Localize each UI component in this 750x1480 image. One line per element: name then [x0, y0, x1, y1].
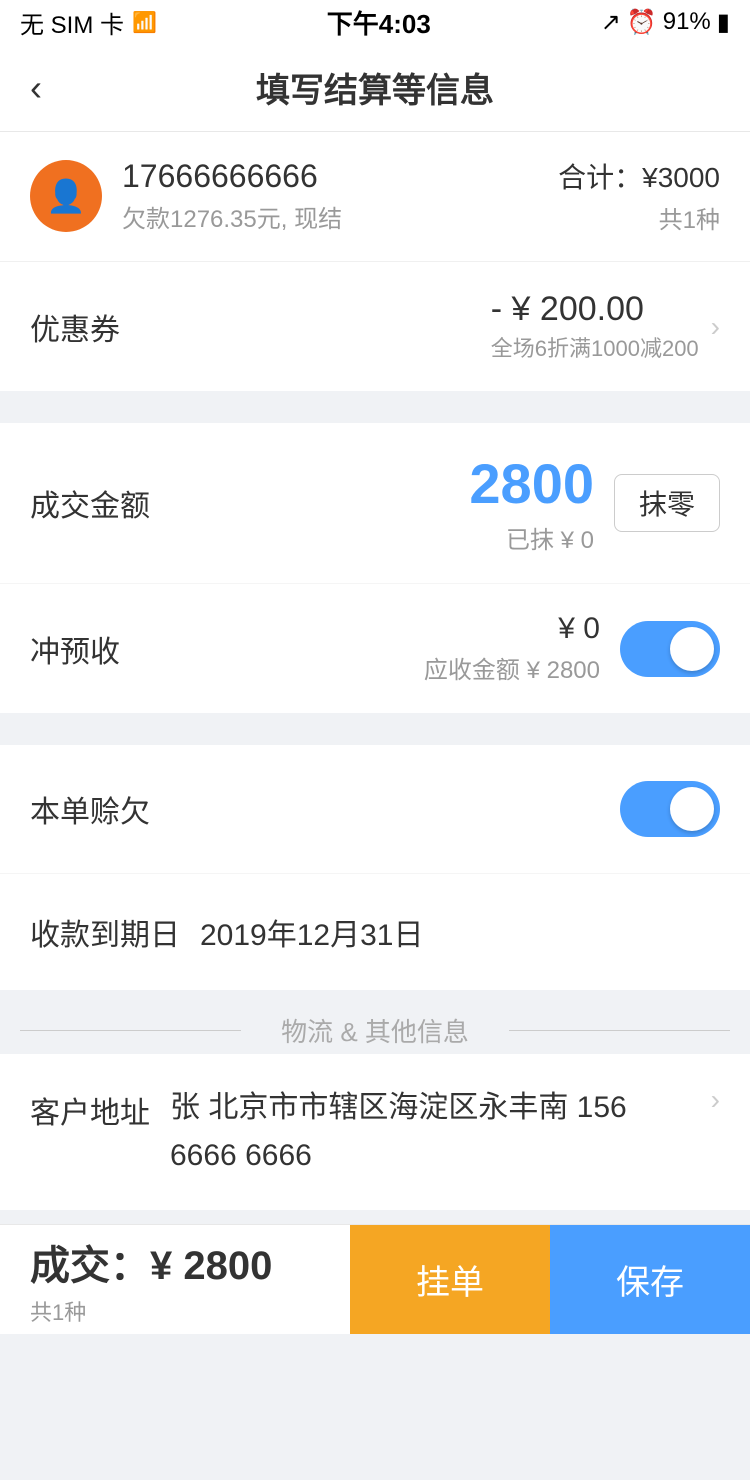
page-title: 填写结算等信息: [256, 63, 494, 112]
logistics-line-right: [509, 1030, 730, 1031]
status-time: 下午4:03: [327, 4, 431, 41]
coupon-right: - ¥ 200.00 全场6折满1000减200: [491, 290, 699, 363]
clock-icon: ⏰: [627, 8, 657, 37]
footer-summary: 成交：¥ 2800 共1种: [0, 1225, 350, 1334]
customer-right: 合计：¥3000 共1种: [558, 156, 720, 235]
round-zero-button[interactable]: 抹零: [614, 474, 720, 532]
battery-label: 91%: [663, 8, 711, 36]
address-section: 客户地址 张 北京市市辖区海淀区永丰南 156 6666 6666 ›: [0, 1054, 750, 1210]
footer-count: 共1种: [30, 1295, 320, 1327]
coupon-amount: - ¥ 200.00: [491, 290, 699, 329]
status-right: ↗ ⏰ 91% ▮: [601, 8, 730, 37]
debt-row: 本单赊欠: [0, 745, 750, 874]
logistics-line-left: [20, 1030, 241, 1031]
footer-space: [0, 1370, 750, 1480]
address-chevron-icon: ›: [711, 1084, 720, 1116]
form-card: 成交金额 2800 已抹 ¥ 0 抹零 冲预收 ¥ 0 应收金额 ¥ 2800: [0, 423, 750, 713]
pre-receive-right-group: ¥ 0 应收金额 ¥ 2800: [424, 612, 720, 685]
battery-icon: ▮: [717, 8, 730, 37]
coupon-chevron-icon: ›: [711, 311, 720, 343]
status-left: 无 SIM 卡 📶: [20, 5, 157, 40]
due-date-row: 收款到期日 2019年12月31日: [0, 874, 750, 990]
due-date-label: 收款到期日: [30, 910, 180, 954]
customer-card: 👤 17666666666 欠款1276.35元, 现结 合计：¥3000 共1…: [0, 132, 750, 391]
back-button[interactable]: ‹: [30, 67, 90, 109]
logistics-header: 物流 & 其他信息: [0, 1006, 750, 1054]
pre-receive-amount: ¥ 0: [424, 612, 600, 646]
pre-receive-sub: 应收金额 ¥ 2800: [424, 650, 600, 685]
section-divider-1: [0, 407, 750, 423]
customer-left: 👤 17666666666 欠款1276.35元, 现结: [30, 158, 342, 234]
address-row[interactable]: 客户地址 张 北京市市辖区海淀区永丰南 156 6666 6666 ›: [0, 1054, 750, 1210]
footer-deal-line: 成交：¥ 2800: [30, 1233, 320, 1291]
customer-row: 👤 17666666666 欠款1276.35元, 现结 合计：¥3000 共1…: [0, 132, 750, 259]
deal-amount-group: 2800 已抹 ¥ 0: [469, 451, 594, 555]
section-divider-3: [0, 990, 750, 1006]
status-bar: 无 SIM 卡 📶 下午4:03 ↗ ⏰ 91% ▮: [0, 0, 750, 44]
avatar: 👤: [30, 160, 102, 232]
footer-deal-amount: ¥ 2800: [150, 1244, 272, 1288]
pre-receive-label: 冲预收: [30, 627, 120, 671]
deal-amount-sub: 已抹 ¥ 0: [469, 520, 594, 555]
location-icon: ↗: [601, 8, 621, 37]
customer-info: 17666666666 欠款1276.35元, 现结: [122, 158, 342, 234]
pre-receive-row: 冲预收 ¥ 0 应收金额 ¥ 2800: [0, 584, 750, 713]
total-sub: 共1种: [558, 200, 720, 235]
deal-amount-label: 成交金额: [30, 481, 150, 525]
pre-receive-amount-group: ¥ 0 应收金额 ¥ 2800: [424, 612, 600, 685]
sim-label: 无 SIM 卡: [20, 5, 124, 40]
footer: 成交：¥ 2800 共1种 挂单 保存: [0, 1224, 750, 1334]
coupon-row[interactable]: 优惠券 - ¥ 200.00 全场6折满1000减200 ›: [0, 261, 750, 391]
section-divider-2: [0, 713, 750, 729]
avatar-icon: 👤: [46, 177, 86, 215]
customer-phone: 17666666666: [122, 158, 342, 195]
debt-toggle[interactable]: [620, 781, 720, 837]
nav-bar: ‹ 填写结算等信息: [0, 44, 750, 132]
deal-amount-row: 成交金额 2800 已抹 ¥ 0 抹零: [0, 423, 750, 584]
total-amount: 合计：¥3000: [558, 156, 720, 196]
coupon-label: 优惠券: [30, 305, 120, 349]
logistics-label: 物流 & 其他信息: [261, 1012, 489, 1049]
pre-receive-toggle[interactable]: [620, 621, 720, 677]
section2: 本单赊欠 收款到期日 2019年12月31日: [0, 745, 750, 990]
wifi-icon: 📶: [132, 10, 157, 35]
due-date-value: 2019年12月31日: [200, 910, 423, 954]
address-label: 客户地址: [30, 1084, 150, 1132]
hang-order-button[interactable]: 挂单: [350, 1225, 550, 1334]
deal-amount-right: 2800 已抹 ¥ 0 抹零: [469, 451, 720, 555]
address-content: 张 北京市市辖区海淀区永丰南 156 6666 6666: [170, 1084, 687, 1180]
deal-amount-value: 2800: [469, 451, 594, 516]
save-button[interactable]: 保存: [550, 1225, 750, 1334]
customer-sub-text: 欠款1276.35元, 现结: [122, 199, 342, 234]
coupon-desc: 全场6折满1000减200: [491, 331, 699, 363]
footer-deal-prefix: 成交：: [30, 1244, 150, 1288]
debt-label: 本单赊欠: [30, 787, 150, 831]
